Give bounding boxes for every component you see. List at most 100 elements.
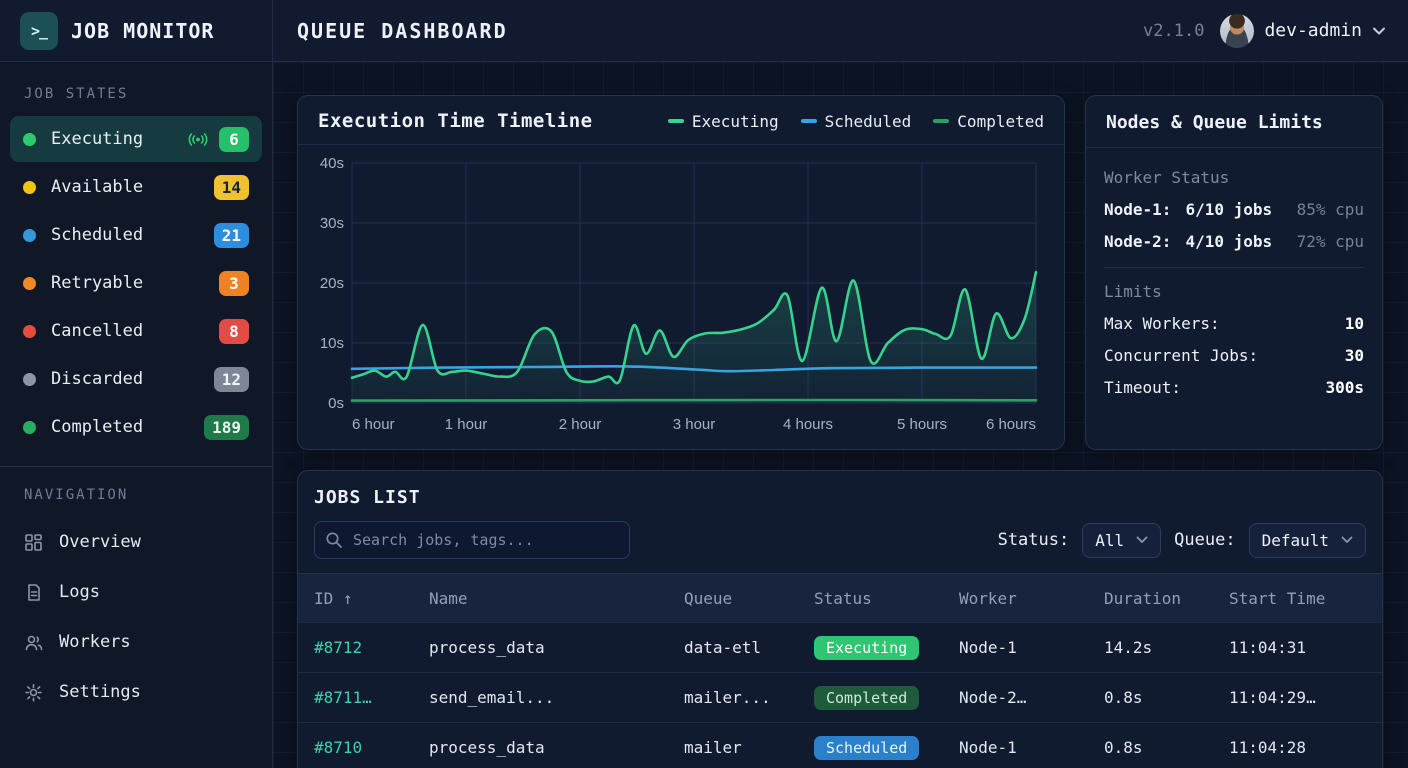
count-badge: 189 (204, 414, 249, 440)
sidebar-item-retryable[interactable]: Retryable 3 (10, 260, 262, 306)
cell-start: 11:04:28 (1229, 738, 1307, 757)
node-cpu: 72% cpu (1296, 232, 1364, 251)
count-badge: 6 (219, 126, 249, 152)
cell-id[interactable]: #8712 (314, 638, 429, 657)
cell-duration: 14.2s (1104, 638, 1153, 657)
status-dot (23, 132, 36, 146)
limits-heading: Limits (1104, 282, 1162, 301)
count-badge: 14 (213, 174, 249, 200)
node-name: Node-2: (1104, 232, 1172, 251)
status-dot (23, 420, 36, 434)
svg-text:30s: 30s (320, 215, 344, 232)
chevron-down-icon (1373, 27, 1385, 34)
legend-label: Executing (691, 111, 779, 131)
limit-value: 300s (1325, 378, 1364, 397)
job-states-list: Executing 6 Available 14 Scheduled 21 Retryabl… (0, 116, 272, 450)
legend-swatch (933, 119, 950, 123)
svg-text:3 hour: 3 hour (673, 416, 716, 433)
nav-label: Logs (59, 582, 100, 602)
column-header-status[interactable]: Status (814, 589, 959, 608)
status-badge: Executing (814, 635, 920, 660)
cell-status: Scheduled (814, 735, 959, 760)
sidebar-item-overview[interactable]: Overview (10, 517, 262, 567)
divider (0, 466, 272, 467)
cell-id[interactable]: #8710 (314, 738, 429, 757)
svg-text:5 hours: 5 hours (897, 416, 947, 433)
column-header-duration[interactable]: Duration (1104, 589, 1229, 608)
filter-label-queue: Queue: (1174, 530, 1236, 550)
sidebar-item-available[interactable]: Available 14 (10, 164, 262, 210)
grid-icon (25, 533, 42, 551)
legend-swatch (667, 119, 684, 123)
svg-text:40s: 40s (320, 155, 344, 172)
column-header-queue[interactable]: Queue (684, 589, 814, 608)
app-title: JOB MONITOR (71, 18, 215, 43)
legend-label: Scheduled (824, 111, 912, 131)
chart-title: Execution Time Timeline (318, 110, 593, 132)
main-content: Execution Time Timeline Executing Schedul… (273, 62, 1408, 768)
worker-status-row: Node-2: 4/10 jobs 72% cpu (1104, 232, 1364, 251)
filters: Status: All Queue: Default (998, 522, 1366, 558)
sidebar-item-completed[interactable]: Completed 189 (10, 404, 262, 450)
sidebar-item-workers[interactable]: Workers (10, 617, 262, 667)
svg-text:4 hours: 4 hours (783, 416, 833, 433)
node-cpu: 85% cpu (1296, 200, 1364, 219)
sidebar-item-executing[interactable]: Executing 6 (10, 116, 262, 162)
table-row[interactable]: #8712 process_data data-etl Executing Node-1… (298, 623, 1382, 673)
sidebar-item-settings[interactable]: Settings (10, 667, 262, 717)
search-input[interactable] (314, 521, 630, 559)
live-signal-icon (188, 132, 208, 146)
count-badge: 8 (219, 318, 249, 344)
cell-status: Completed (814, 685, 959, 710)
svg-text:6 hours: 6 hours (986, 416, 1036, 433)
cell-worker: Node-1 (959, 638, 1017, 657)
filter-select-status[interactable]: All (1082, 522, 1162, 558)
state-label: Executing (51, 129, 144, 149)
status-dot (23, 324, 36, 338)
cell-worker: Node-1 (959, 738, 1017, 757)
cell-name: process_data (429, 638, 545, 657)
column-header-name[interactable]: Name (429, 589, 684, 608)
table-row[interactable]: #8711… send_email... mailer... Completed Nod… (298, 673, 1382, 723)
column-header-id[interactable]: ID ↑ (314, 589, 429, 608)
cell-status: Executing (814, 635, 959, 660)
cell-name: send_email... (429, 688, 555, 707)
user-menu[interactable]: dev-admin (1220, 13, 1386, 48)
document-icon (28, 583, 40, 601)
sidebar: JOB STATES Executing 6 Available 14 Schedule… (0, 62, 273, 768)
column-header-start-time[interactable]: Start Time (1229, 589, 1382, 608)
sidebar-item-cancelled[interactable]: Cancelled 8 (10, 308, 262, 354)
cell-name: process_data (429, 738, 545, 757)
legend-item-executing[interactable]: Executing (667, 111, 779, 131)
sidebar-item-logs[interactable]: Logs (10, 567, 262, 617)
legend-item-completed[interactable]: Completed (933, 112, 1044, 131)
people-icon (25, 635, 43, 650)
avatar (1220, 13, 1255, 48)
svg-text:10s: 10s (320, 335, 344, 352)
nav-label: Workers (59, 632, 131, 652)
limit-label: Timeout: (1104, 378, 1182, 397)
divider (1104, 267, 1364, 268)
sidebar-item-discarded[interactable]: Discarded 12 (10, 356, 262, 402)
legend-item-scheduled[interactable]: Scheduled (800, 111, 912, 131)
filter-select-queue[interactable]: Default (1248, 522, 1366, 558)
sidebar-item-scheduled[interactable]: Scheduled 21 (10, 212, 262, 258)
node-jobs: 4/10 jobs (1185, 232, 1273, 251)
status-dot (23, 276, 36, 290)
svg-text:1 hour: 1 hour (445, 416, 488, 433)
jobs-list-card: JOBS LIST Status: All Queue: Default ID ↑Na… (297, 470, 1383, 768)
svg-text:0s: 0s (328, 395, 344, 412)
cell-queue: mailer... (684, 688, 771, 707)
navigation-heading: NAVIGATION (24, 487, 129, 503)
column-header-worker[interactable]: Worker (959, 589, 1104, 608)
cell-start: 11:04:29… (1229, 688, 1316, 707)
status-dot (23, 180, 36, 194)
limit-value: 30 (1344, 346, 1364, 365)
limit-value: 10 (1344, 314, 1364, 333)
legend-swatch (800, 119, 817, 123)
chart-plot-area: 0s 10s 20s 30s 40s 6 hour 1 hour 2 hour 3 hour 4 … (298, 145, 1064, 449)
cell-worker: Node-2… (959, 688, 1027, 707)
node-name: Node-1: (1104, 200, 1172, 219)
table-row[interactable]: #8710 process_data mailer Scheduled Node-1 0.… (298, 723, 1382, 768)
cell-id[interactable]: #8711… (314, 688, 429, 707)
